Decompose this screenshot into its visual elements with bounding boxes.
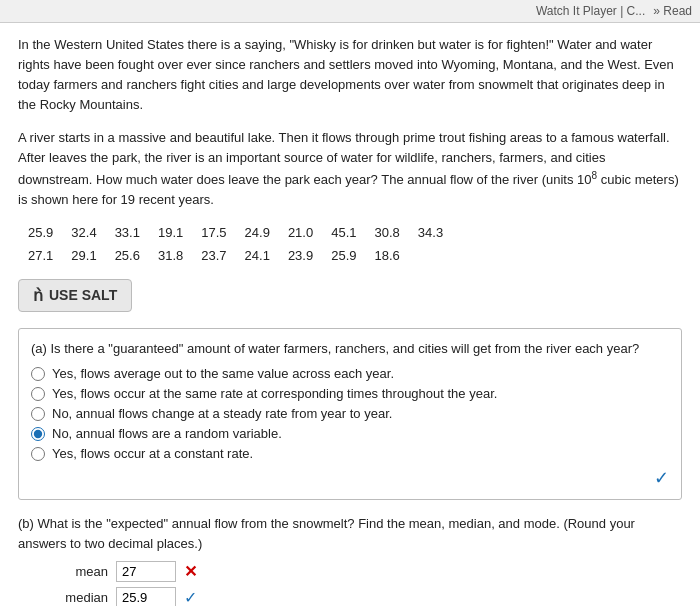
wrong-icon: ✕ [184, 562, 197, 581]
radio-label-2: No, annual flows change at a steady rate… [52, 406, 392, 421]
part-a-check-container: ✓ [31, 467, 669, 489]
part-b-row-0: mean ✕ [18, 561, 682, 582]
read-label: » Read [653, 4, 692, 18]
radio-label-3: No, annual flows are a random variable. [52, 426, 282, 441]
radio-label-4: Yes, flows occur at a constant rate. [52, 446, 253, 461]
part-b-input-mean[interactable] [116, 561, 176, 582]
data-row-1: 25.9 32.4 33.1 19.1 17.5 24.9 21.0 45.1 30.8 34.3 [28, 222, 682, 244]
top-bar: Watch It Player | C... » Read [0, 0, 700, 23]
radio-input-4[interactable] [31, 447, 45, 461]
data-value: 32.4 [71, 222, 96, 244]
part-b-row-1: median ✓ [18, 587, 682, 606]
data-value: 27.1 [28, 245, 53, 267]
data-value: 25.9 [28, 222, 53, 244]
intro-paragraph1: In the Western United States there is a … [18, 35, 682, 116]
part-b-input-median[interactable] [116, 587, 176, 606]
radio-input-3[interactable] [31, 427, 45, 441]
part-a-checkmark: ✓ [654, 467, 669, 489]
radio-option-1[interactable]: Yes, flows occur at the same rate at cor… [31, 386, 669, 401]
radio-input-0[interactable] [31, 367, 45, 381]
part-a-label: (a) Is there a "guaranteed" amount of wa… [31, 339, 669, 359]
data-value: 19.1 [158, 222, 183, 244]
data-value: 18.6 [375, 245, 400, 267]
use-salt-button[interactable]: ǹ‍ USE SALT [18, 279, 132, 312]
part-b-label: (b) What is the "expected" annual flow f… [18, 514, 682, 553]
part-b-label-0: mean [18, 564, 108, 579]
data-value: 21.0 [288, 222, 313, 244]
data-value: 23.7 [201, 245, 226, 267]
radio-option-2[interactable]: No, annual flows change at a steady rate… [31, 406, 669, 421]
data-row-2: 27.1 29.1 25.6 31.8 23.7 24.1 23.9 25.9 18.6 [28, 245, 682, 267]
data-value: 25.6 [115, 245, 140, 267]
radio-input-2[interactable] [31, 407, 45, 421]
data-value: 31.8 [158, 245, 183, 267]
data-value: 17.5 [201, 222, 226, 244]
data-value: 25.9 [331, 245, 356, 267]
salt-icon: ǹ‍ [33, 286, 43, 305]
part-b-label-1: median [18, 590, 108, 605]
radio-option-4[interactable]: Yes, flows occur at a constant rate. [31, 446, 669, 461]
radio-label-1: Yes, flows occur at the same rate at cor… [52, 386, 497, 401]
data-value: 29.1 [71, 245, 96, 267]
data-value: 24.9 [245, 222, 270, 244]
use-salt-label: USE SALT [49, 287, 117, 303]
radio-option-3[interactable]: No, annual flows are a random variable. [31, 426, 669, 441]
data-value: 33.1 [115, 222, 140, 244]
part-a-section: (a) Is there a "guaranteed" amount of wa… [18, 328, 682, 501]
data-numbers: 25.9 32.4 33.1 19.1 17.5 24.9 21.0 45.1 30.8 34.3… [28, 222, 682, 266]
radio-label-0: Yes, flows average out to the same value… [52, 366, 394, 381]
intro-paragraph2: A river starts in a massive and beautifu… [18, 128, 682, 211]
data-value: 30.8 [375, 222, 400, 244]
watch-player-label: Watch It Player | C... [536, 4, 645, 18]
correct-icon: ✓ [184, 588, 197, 606]
radio-input-1[interactable] [31, 387, 45, 401]
data-value: 34.3 [418, 222, 443, 244]
top-bar-right: Watch It Player | C... » Read [536, 4, 692, 18]
data-value: 24.1 [245, 245, 270, 267]
data-value: 45.1 [331, 222, 356, 244]
part-b-section: (b) What is the "expected" annual flow f… [18, 514, 682, 606]
content-area: In the Western United States there is a … [0, 23, 700, 606]
radio-option-0[interactable]: Yes, flows average out to the same value… [31, 366, 669, 381]
data-value: 23.9 [288, 245, 313, 267]
